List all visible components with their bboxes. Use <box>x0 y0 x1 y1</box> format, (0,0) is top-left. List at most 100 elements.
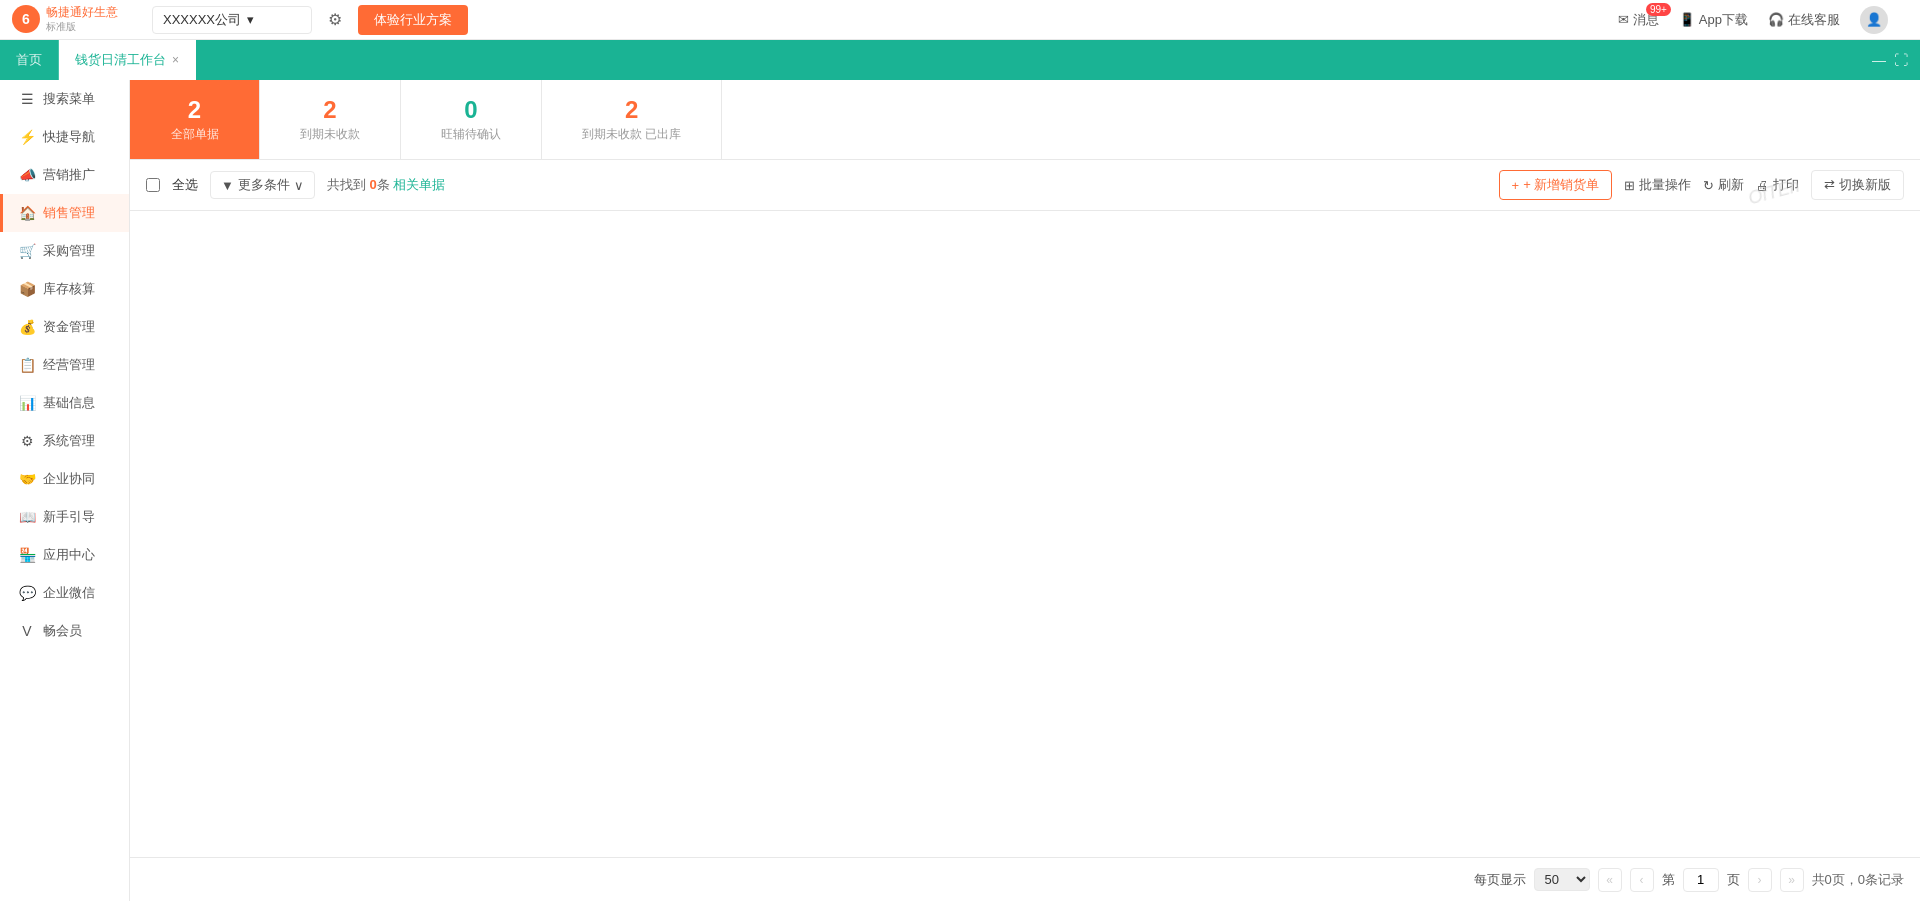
stat-number-shipped: 2 <box>625 96 638 124</box>
logo-name: 畅捷通好生意 <box>46 5 118 19</box>
online-service-button[interactable]: 🎧 在线客服 <box>1768 11 1840 29</box>
stat-card-wangfu[interactable]: 0 旺辅待确认 <box>401 80 542 159</box>
sales-icon: 🏠 <box>19 205 35 221</box>
total-text: 共0页，0条记录 <box>1812 871 1904 889</box>
tab-home[interactable]: 首页 <box>0 40 59 80</box>
sidebar-item-search[interactable]: ☰ 搜索菜单 <box>0 80 129 118</box>
operations-icon: 📋 <box>19 357 35 373</box>
sidebar-item-label: 销售管理 <box>43 204 95 222</box>
print-label: 打印 <box>1773 176 1799 194</box>
print-button[interactable]: 🖨 打印 <box>1756 176 1799 194</box>
stat-card-all[interactable]: 2 全部单据 <box>130 80 260 159</box>
minimize-icon[interactable]: — <box>1872 52 1886 68</box>
stat-card-shipped[interactable]: 2 到期未收款 已出库 <box>542 80 722 159</box>
basics-icon: 📊 <box>19 395 35 411</box>
select-all-checkbox[interactable] <box>146 178 160 192</box>
maximize-icon[interactable]: ⛶ <box>1894 52 1908 68</box>
enterprise-icon: 🤝 <box>19 471 35 487</box>
sidebar-item-sales[interactable]: 🏠 销售管理 <box>0 194 129 232</box>
finance-icon: 💰 <box>19 319 35 335</box>
sidebar-item-label: 企业微信 <box>43 584 95 602</box>
refresh-button[interactable]: ↻ 刷新 <box>1703 176 1744 194</box>
sidebar-item-label: 企业协同 <box>43 470 95 488</box>
toolbar-right: + + 新增销货单 ⊞ 批量操作 ↻ 刷新 🖨 打印 ⇄ 切换新版 <box>1499 170 1904 200</box>
sidebar-item-purchase[interactable]: 🛒 采购管理 <box>0 232 129 270</box>
related-orders-link[interactable]: 相关单据 <box>393 177 445 192</box>
tab-daily-work[interactable]: 钱货日清工作台 × <box>59 40 196 80</box>
batch-icon: ⊞ <box>1624 178 1635 193</box>
per-page-select[interactable]: 50 100 200 <box>1534 868 1590 891</box>
pagination-bar: 每页显示 50 100 200 « ‹ 第 页 › » 共0页，0条记录 <box>130 857 1920 901</box>
found-count: 0 <box>370 177 377 192</box>
sidebar-item-guide[interactable]: 📖 新手引导 <box>0 498 129 536</box>
stat-number-all: 2 <box>188 96 201 124</box>
next-page-button[interactable]: › <box>1748 868 1772 892</box>
trial-button[interactable]: 体验行业方案 <box>358 5 468 35</box>
tab-home-label: 首页 <box>16 51 42 69</box>
select-all-label: 全选 <box>172 176 198 194</box>
switch-version-button[interactable]: ⇄ 切换新版 <box>1811 170 1904 200</box>
page-suffix: 页 <box>1727 871 1740 889</box>
message-badge: 99+ <box>1646 3 1671 16</box>
sidebar-item-finance[interactable]: 💰 资金管理 <box>0 308 129 346</box>
stats-row: 2 全部单据 2 到期未收款 0 旺辅待确认 2 到期未收款 已出库 <box>130 80 1920 160</box>
sidebar-item-label: 基础信息 <box>43 394 95 412</box>
table-area <box>130 211 1920 857</box>
last-page-button[interactable]: » <box>1780 868 1804 892</box>
sidebar-item-system[interactable]: ⚙ 系统管理 <box>0 422 129 460</box>
appcenter-icon: 🏪 <box>19 547 35 563</box>
page-number-input[interactable] <box>1683 868 1719 892</box>
sidebar: ☰ 搜索菜单 ⚡ 快捷导航 📣 营销推广 🏠 销售管理 🛒 采购管理 📦 库存核… <box>0 80 130 901</box>
weixin-icon: 💬 <box>19 585 35 601</box>
marketing-icon: 📣 <box>19 167 35 183</box>
header-right: ✉ 消息 99+ 📱 App下载 🎧 在线客服 👤 <box>1618 6 1908 34</box>
print-icon: 🖨 <box>1756 178 1769 193</box>
sidebar-item-weixin[interactable]: 💬 企业微信 <box>0 574 129 612</box>
first-page-button[interactable]: « <box>1598 868 1622 892</box>
sidebar-item-enterprise[interactable]: 🤝 企业协同 <box>0 460 129 498</box>
filter-icon: ▼ <box>221 178 234 193</box>
logo-icon: 6 <box>12 5 40 33</box>
refresh-label: 刷新 <box>1718 176 1744 194</box>
sidebar-item-label: 新手引导 <box>43 508 95 526</box>
batch-operation-button[interactable]: ⊞ 批量操作 <box>1624 176 1691 194</box>
company-selector[interactable]: XXXXXX公司 ▾ <box>152 6 312 34</box>
tab-daily-work-label: 钱货日清工作台 <box>75 51 166 69</box>
settings-button[interactable]: ⚙ <box>320 5 350 35</box>
message-button[interactable]: ✉ 消息 99+ <box>1618 11 1659 29</box>
found-text: 共找到 0条 相关单据 <box>327 176 445 194</box>
stat-label-all: 全部单据 <box>171 126 219 143</box>
nav-tabs: 首页 钱货日清工作台 × — ⛶ <box>0 40 1920 80</box>
filter-label: 更多条件 <box>238 176 290 194</box>
add-sales-order-button[interactable]: + + 新增销货单 <box>1499 170 1613 200</box>
sidebar-item-label: 快捷导航 <box>43 128 95 146</box>
app-download-button[interactable]: 📱 App下载 <box>1679 11 1748 29</box>
sidebar-item-inventory[interactable]: 📦 库存核算 <box>0 270 129 308</box>
sidebar-item-basics[interactable]: 📊 基础信息 <box>0 384 129 422</box>
toolbar: 全选 ▼ 更多条件 ∨ 共找到 0条 相关单据 + + 新增销货单 ⊞ 批量操作 <box>130 160 1920 211</box>
sidebar-item-operations[interactable]: 📋 经营管理 <box>0 346 129 384</box>
top-header: 6 畅捷通好生意 标准版 XXXXXX公司 ▾ ⚙ 体验行业方案 ✉ 消息 99… <box>0 0 1920 40</box>
stat-label-shipped: 到期未收款 已出库 <box>582 126 681 143</box>
add-btn-label: + 新增销货单 <box>1523 176 1599 194</box>
stat-number-overdue: 2 <box>323 96 336 124</box>
avatar[interactable]: 👤 <box>1860 6 1888 34</box>
filter-button[interactable]: ▼ 更多条件 ∨ <box>210 171 315 199</box>
inventory-icon: 📦 <box>19 281 35 297</box>
stat-card-overdue[interactable]: 2 到期未收款 <box>260 80 401 159</box>
per-page-label: 每页显示 <box>1474 871 1526 889</box>
switch-icon: ⇄ <box>1824 177 1835 192</box>
sidebar-item-appcenter[interactable]: 🏪 应用中心 <box>0 536 129 574</box>
sidebar-item-member[interactable]: V 畅会员 <box>0 612 129 650</box>
guide-icon: 📖 <box>19 509 35 525</box>
prev-page-button[interactable]: ‹ <box>1630 868 1654 892</box>
sidebar-item-label: 采购管理 <box>43 242 95 260</box>
sidebar-item-label: 经营管理 <box>43 356 95 374</box>
quick-nav-icon: ⚡ <box>19 129 35 145</box>
stat-label-wangfu: 旺辅待确认 <box>441 126 501 143</box>
sidebar-item-label: 营销推广 <box>43 166 95 184</box>
close-tab-icon[interactable]: × <box>172 53 179 67</box>
logo-badge: 标准版 <box>46 20 118 34</box>
sidebar-item-quicknav[interactable]: ⚡ 快捷导航 <box>0 118 129 156</box>
sidebar-item-marketing[interactable]: 📣 营销推广 <box>0 156 129 194</box>
